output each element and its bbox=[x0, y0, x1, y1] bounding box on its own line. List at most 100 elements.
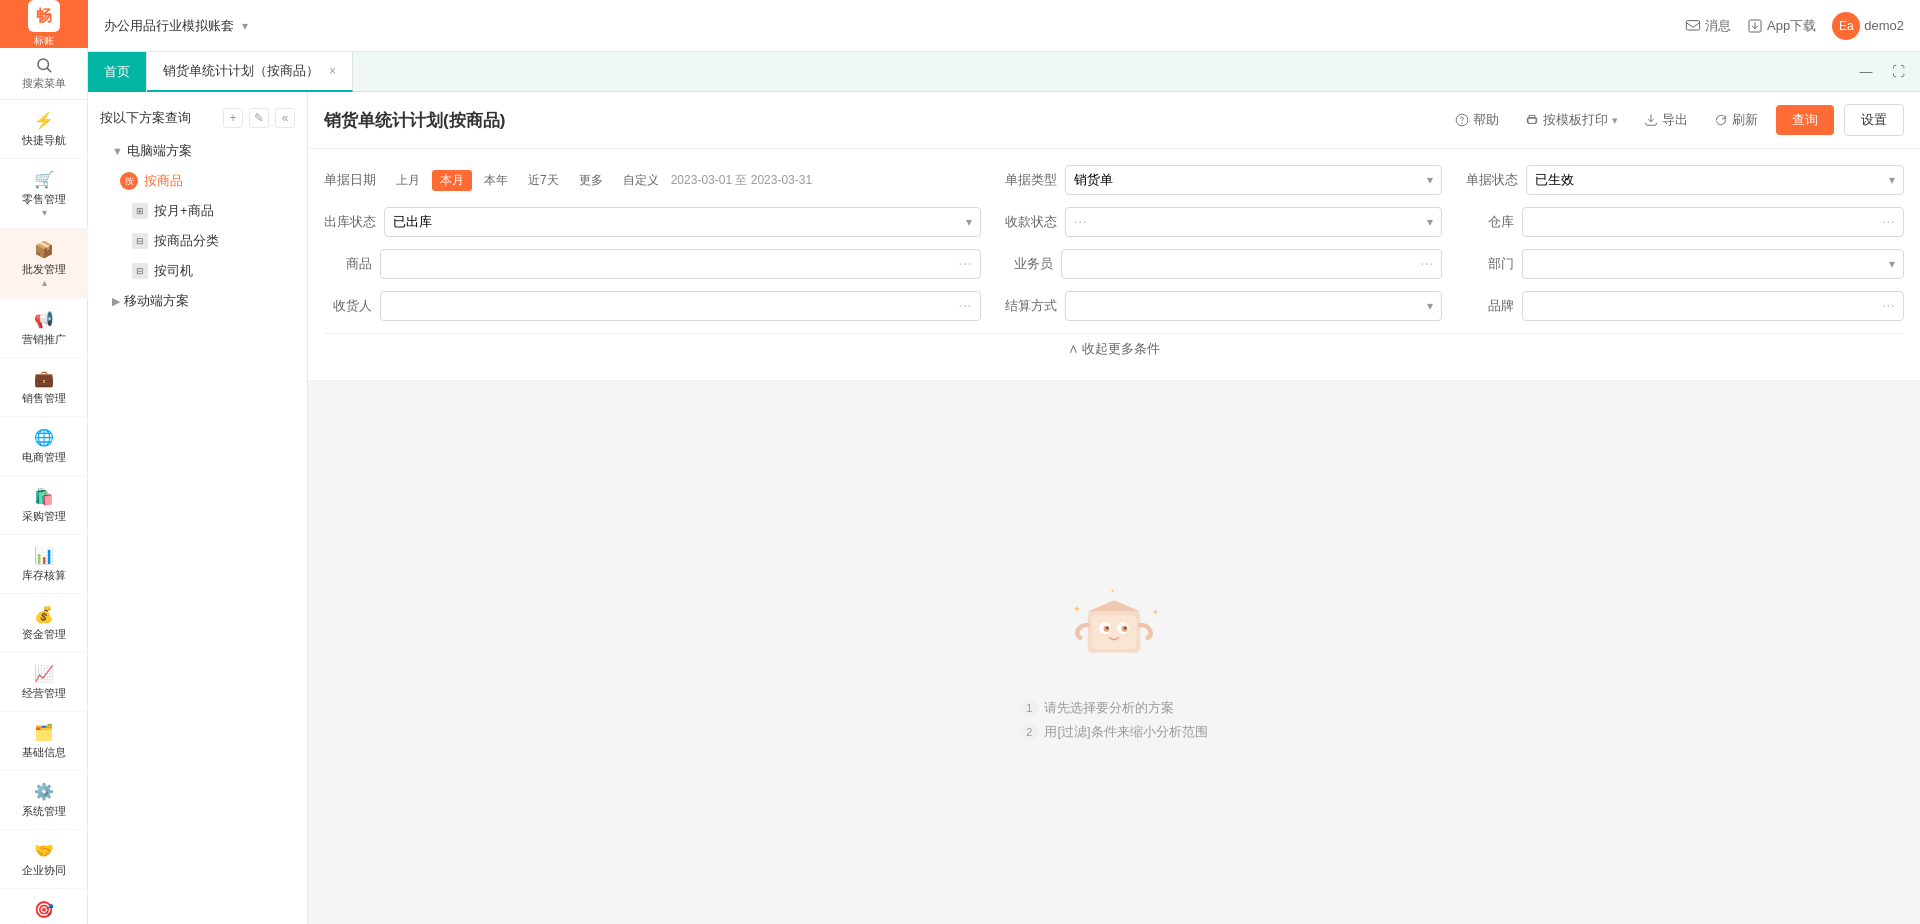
sales-icon: 💼 bbox=[34, 368, 54, 388]
stock-status-arrow: ▾ bbox=[966, 215, 972, 229]
date-custom[interactable]: 自定义 bbox=[615, 170, 667, 191]
tree-group-mobile-label: 移动端方案 bbox=[124, 292, 189, 310]
sidebar-logo[interactable]: 畅 标账 bbox=[0, 0, 88, 48]
date-this-month[interactable]: 本月 bbox=[432, 170, 472, 191]
filter-stock-status: 出库状态 已出库 ▾ bbox=[324, 207, 981, 237]
doc-status-control[interactable]: 已生效 ▾ bbox=[1526, 165, 1904, 195]
warehouse-label: 仓库 bbox=[1466, 213, 1522, 231]
tab-home[interactable]: 首页 bbox=[88, 52, 147, 92]
brand-control[interactable]: ··· bbox=[1522, 291, 1904, 321]
filter-row-3: 商品 ··· 业务员 ··· bbox=[324, 249, 1904, 279]
tab-maximize-btn[interactable]: ⛶ bbox=[1884, 58, 1912, 86]
template-print-btn[interactable]: 按模板打印 ▾ bbox=[1517, 107, 1626, 133]
tree-arrow-pc: ▼ bbox=[112, 145, 123, 157]
tab-active-label: 销货单统计计划（按商品） bbox=[163, 62, 319, 80]
tab-minimize-btn[interactable]: — bbox=[1852, 58, 1880, 86]
warehouse-control[interactable]: ··· bbox=[1522, 207, 1904, 237]
by-category-label: 按商品分类 bbox=[154, 232, 219, 250]
enterprise-label: 企业协同 bbox=[22, 863, 66, 878]
sidebar-item-ecommerce[interactable]: 🌐 电商管理 bbox=[0, 417, 88, 476]
product-control[interactable]: ··· bbox=[380, 249, 981, 279]
collapse-panel-btn[interactable]: « bbox=[275, 108, 295, 128]
filter-payment-status: 收款状态 ··· ▾ bbox=[1005, 207, 1443, 237]
left-panel: 按以下方案查询 + ✎ « ▼ 电脑端方案 按 按商品 ⊞ 按月+商品 bbox=[88, 92, 308, 924]
payment-status-control[interactable]: ··· ▾ bbox=[1065, 207, 1443, 237]
sidebar-item-newbie[interactable]: 🎯 新手引导 bbox=[0, 889, 88, 924]
user-menu-btn[interactable]: Ea demo2 bbox=[1832, 12, 1904, 40]
tree-item-by-month-product[interactable]: ⊞ 按月+商品 bbox=[88, 196, 307, 226]
tree-group-pc[interactable]: ▼ 电脑端方案 bbox=[88, 136, 307, 166]
sidebar-item-basic[interactable]: 🗂️ 基础信息 bbox=[0, 712, 88, 771]
retail-arrow: ▾ bbox=[42, 207, 47, 218]
date-this-year[interactable]: 本年 bbox=[476, 170, 516, 191]
sidebar-item-enterprise[interactable]: 🤝 企业协同 bbox=[0, 830, 88, 889]
hint-1: 1 请先选择要分析的方案 bbox=[1020, 699, 1207, 717]
salesperson-control[interactable]: ··· bbox=[1061, 249, 1443, 279]
help-icon bbox=[1455, 113, 1469, 127]
sidebar-item-purchase[interactable]: 🛍️ 采购管理 bbox=[0, 476, 88, 535]
user-name: demo2 bbox=[1864, 18, 1904, 33]
receiver-label: 收货人 bbox=[324, 297, 380, 315]
department-control[interactable]: ▾ bbox=[1522, 249, 1904, 279]
export-btn[interactable]: 导出 bbox=[1636, 107, 1696, 133]
print-dropdown-icon[interactable]: ▾ bbox=[1612, 114, 1618, 127]
tree-item-by-machine[interactable]: ⊟ 按司机 bbox=[88, 256, 307, 286]
help-btn[interactable]: 帮助 bbox=[1447, 107, 1507, 133]
wholesale-icon: 📦 bbox=[34, 239, 54, 259]
date-more[interactable]: 更多 bbox=[571, 170, 611, 191]
query-btn[interactable]: 查询 bbox=[1776, 105, 1834, 135]
tree-item-by-product[interactable]: 按 按商品 bbox=[88, 166, 307, 196]
messages-btn[interactable]: 消息 bbox=[1685, 17, 1731, 35]
sidebar-item-system[interactable]: ⚙️ 系统管理 bbox=[0, 771, 88, 830]
tree-group-mobile[interactable]: ▶ 移动端方案 bbox=[88, 286, 307, 316]
date-last-month[interactable]: 上月 bbox=[388, 170, 428, 191]
add-scheme-btn[interactable]: + bbox=[223, 108, 243, 128]
svg-rect-2 bbox=[1686, 20, 1699, 29]
payment-status-arrow: ▾ bbox=[1427, 215, 1433, 229]
stock-status-control[interactable]: 已出库 ▾ bbox=[384, 207, 981, 237]
app-title-dropdown[interactable]: ▾ bbox=[242, 19, 248, 33]
hint-2: 2 用[过滤]条件来缩小分析范围 bbox=[1020, 723, 1207, 741]
receiver-control[interactable]: ··· bbox=[380, 291, 981, 321]
top-header: 办公用品行业模拟账套 ▾ 消息 App下载 Ea demo2 bbox=[88, 0, 1920, 52]
tab-active[interactable]: 销货单统计计划（按商品） × bbox=[147, 52, 353, 92]
brand-label: 品牌 bbox=[1466, 297, 1522, 315]
tree-item-by-category[interactable]: ⊟ 按商品分类 bbox=[88, 226, 307, 256]
operations-icon: 📈 bbox=[34, 663, 54, 683]
quicknav-label: 快捷导航 bbox=[22, 133, 66, 148]
sidebar-item-finance[interactable]: 💰 资金管理 bbox=[0, 594, 88, 653]
sidebar-item-wholesale[interactable]: 📦 批发管理 ▴ bbox=[0, 229, 88, 299]
tab-close-btn[interactable]: × bbox=[329, 64, 336, 78]
edit-scheme-btn[interactable]: ✎ bbox=[249, 108, 269, 128]
date-range-display: 2023-03-01 至 2023-03-31 bbox=[671, 172, 812, 189]
filter-row-2: 出库状态 已出库 ▾ 收款状态 ··· ▾ bbox=[324, 207, 1904, 237]
department-label: 部门 bbox=[1466, 255, 1522, 273]
sidebar-item-inventory[interactable]: 📊 库存核算 bbox=[0, 535, 88, 594]
sales-label: 销售管理 bbox=[22, 391, 66, 406]
payment-status-dots: ··· bbox=[1074, 213, 1087, 231]
filter-receiver: 收货人 ··· bbox=[324, 291, 981, 321]
collapse-more-btn[interactable]: ∧ 收起更多条件 bbox=[324, 333, 1904, 364]
sidebar-item-quicknav[interactable]: ⚡ 快捷导航 bbox=[0, 100, 88, 159]
app-download-btn[interactable]: App下载 bbox=[1747, 17, 1816, 35]
header-right: 消息 App下载 Ea demo2 bbox=[1685, 12, 1904, 40]
settings-btn[interactable]: 设置 bbox=[1844, 104, 1904, 136]
sidebar-item-operations[interactable]: 📈 经营管理 bbox=[0, 653, 88, 712]
svg-rect-8 bbox=[1092, 615, 1137, 649]
salesperson-label: 业务员 bbox=[1005, 255, 1061, 273]
date-7days[interactable]: 近7天 bbox=[520, 170, 567, 191]
settlement-control[interactable]: ▾ bbox=[1065, 291, 1443, 321]
sidebar-item-marketing[interactable]: 📢 营销推广 bbox=[0, 299, 88, 358]
svg-point-14 bbox=[1124, 626, 1126, 628]
stock-status-label: 出库状态 bbox=[324, 213, 384, 231]
refresh-btn[interactable]: 刷新 bbox=[1706, 107, 1766, 133]
salesperson-dots: ··· bbox=[1420, 255, 1433, 273]
filter-settlement: 结算方式 ▾ bbox=[1005, 291, 1443, 321]
sidebar-item-retail[interactable]: 🛒 零售管理 ▾ bbox=[0, 159, 88, 229]
search-menu-item[interactable]: 搜索菜单 bbox=[0, 48, 88, 100]
left-panel-header: 按以下方案查询 + ✎ « bbox=[88, 100, 307, 136]
empty-illustration: ✦ ✦ ✦ bbox=[1054, 559, 1174, 679]
sidebar-item-sales[interactable]: 💼 销售管理 bbox=[0, 358, 88, 417]
doc-type-control[interactable]: 销货单 ▾ bbox=[1065, 165, 1443, 195]
by-category-icon: ⊟ bbox=[132, 233, 148, 249]
